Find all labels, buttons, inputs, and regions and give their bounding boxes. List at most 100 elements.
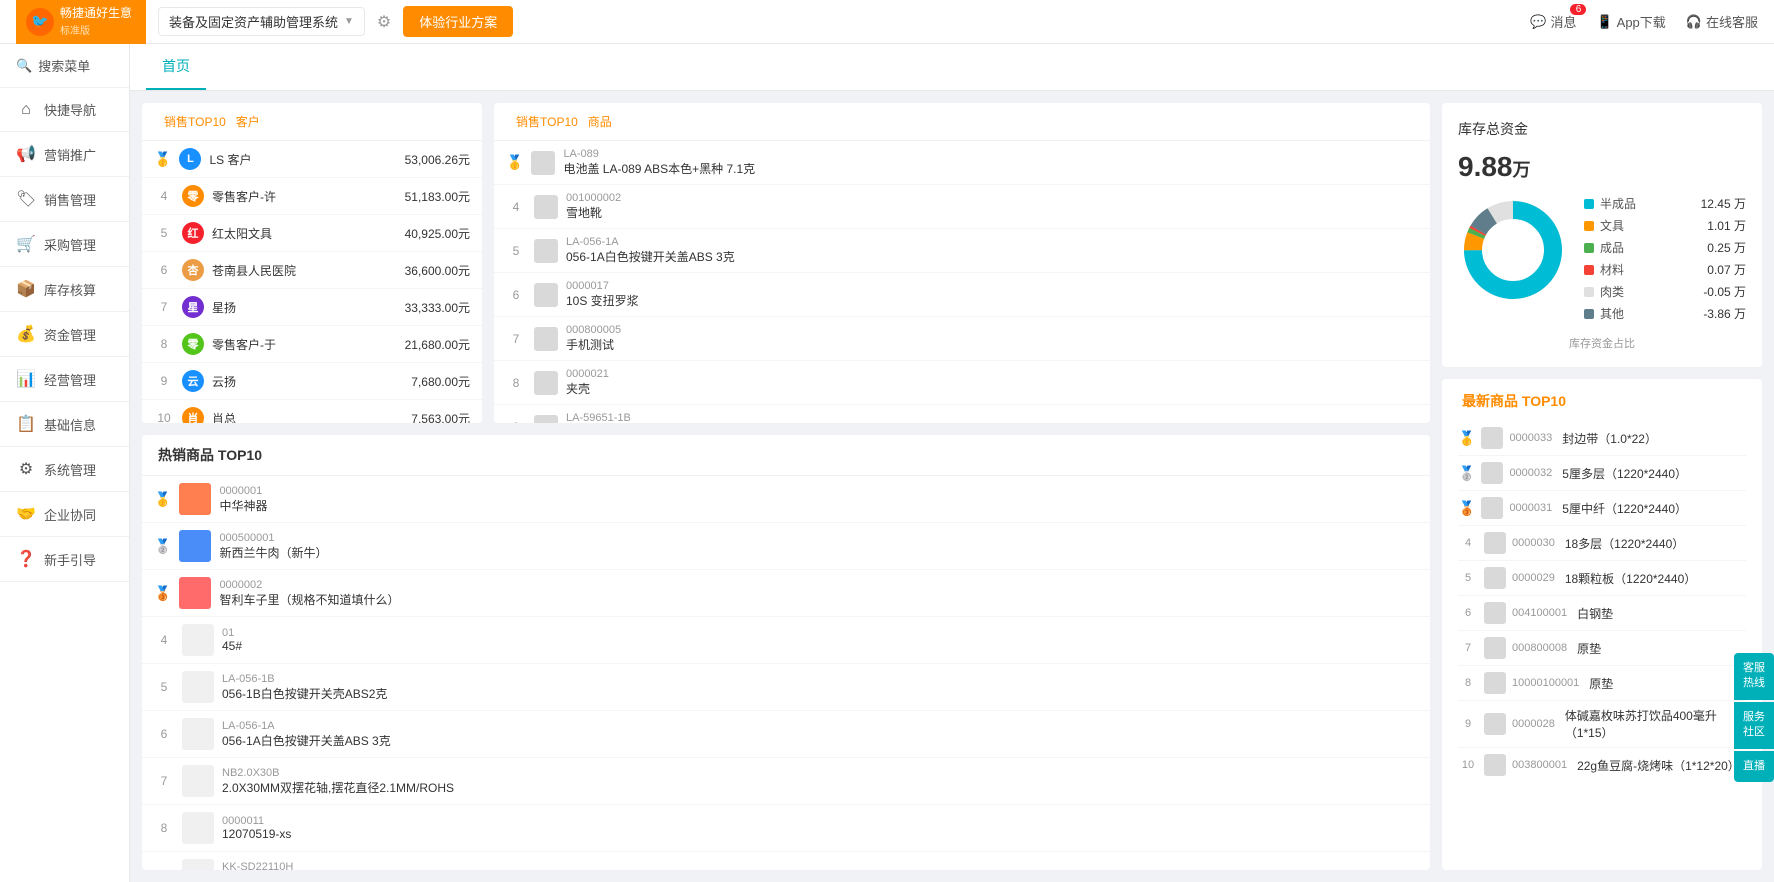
search-menu-item[interactable]: 🔍 搜索菜单 xyxy=(0,44,129,88)
inventory-amount-value: 9.88 xyxy=(1458,151,1513,182)
megaphone-icon: 📢 xyxy=(16,144,36,164)
sidebar-item-quick-nav[interactable]: ⌂ 快捷导航 xyxy=(0,88,129,132)
np-code-6: 004100001 xyxy=(1512,607,1567,619)
sidebar-item-basic-info[interactable]: 📋 基础信息 xyxy=(0,402,129,447)
sidebar-item-inventory[interactable]: 📦 库存核算 xyxy=(0,267,129,312)
product-sales-panel-header: 销售TOP10 商品 xyxy=(494,103,1430,141)
legend-label-2: 文具 xyxy=(1600,217,1701,234)
list-item: 6 0000017 10S 变扭罗浆 xyxy=(494,273,1430,317)
product-name-6: 夹壳 xyxy=(566,380,1418,397)
product-info-1: LA-089 电池盖 LA-089 ABS本色+黑种 7.1克 xyxy=(563,148,1418,177)
sidebar-label-inventory: 库存核算 xyxy=(44,280,96,299)
list-item: 9 KK-SD22110H 花语萌值温分糖罐袋（厚款） xyxy=(142,852,1430,870)
hot-product-code-7: NB2.0X30B xyxy=(222,767,1418,779)
product-info-3: LA-056-1A 056-1A白色按键开关盖ABS 3克 xyxy=(566,236,1418,265)
gear-icon[interactable]: ⚙ xyxy=(377,12,391,32)
np-rank-10: 10 xyxy=(1458,759,1478,771)
hot-product-name-3: 智利车子里（规格不知道填什么） xyxy=(219,591,1418,608)
list-item: 5 红 红太阳文具 40,925.00元 xyxy=(142,215,482,252)
float-btn-service[interactable]: 客服 热线 xyxy=(1734,653,1774,700)
np-code-4: 0000030 xyxy=(1512,537,1555,549)
hot-product-info-9: KK-SD22110H 花语萌值温分糖罐袋（厚款） xyxy=(222,861,1418,871)
prod-rank-8: 8 xyxy=(506,376,526,390)
legend-item-5: 肉类 -0.05 万 xyxy=(1584,283,1746,300)
sidebar-item-sales[interactable]: 🏷 销售管理 xyxy=(0,177,129,222)
np-img-6 xyxy=(1484,602,1506,624)
np-rank-4: 4 xyxy=(1458,537,1478,549)
product-img-2 xyxy=(534,195,558,219)
np-rank-9: 9 xyxy=(1458,718,1478,730)
hot-product-img-2 xyxy=(179,530,211,562)
hot-product-img-8 xyxy=(182,812,214,844)
cart-icon: 🛒 xyxy=(16,234,36,254)
sidebar-item-marketing[interactable]: 📢 营销推广 xyxy=(0,132,129,177)
rank-num-2: 4 xyxy=(154,189,174,203)
list-item: 8 0000021 夹壳 xyxy=(494,361,1430,405)
np-rank-7: 7 xyxy=(1458,642,1478,654)
rank-num-3: 5 xyxy=(154,226,174,240)
sidebar-item-finance[interactable]: 💰 资金管理 xyxy=(0,312,129,357)
customer-name-3: 红太阳文具 xyxy=(212,225,397,242)
product-code-3: LA-056-1A xyxy=(566,236,1418,248)
page-content: 销售TOP10 客户 🥇 L LS 客户 53,006.26元 xyxy=(130,91,1774,882)
legend-item-2: 文具 1.01 万 xyxy=(1584,217,1746,234)
hot-product-img-9 xyxy=(182,859,214,870)
np-list-item: 🥈 0000032 5厘多层（1220*2440） xyxy=(1458,456,1746,491)
inventory-amount-unit: 万 xyxy=(1513,160,1531,180)
message-badge: 6 xyxy=(1570,4,1586,15)
message-action[interactable]: 💬 消息 6 xyxy=(1530,12,1576,31)
sidebar-item-system[interactable]: ⚙ 系统管理 xyxy=(0,447,129,492)
online-service-action[interactable]: 🎧 在线客服 xyxy=(1686,12,1758,31)
new-products-title: 最新商品 TOP10 xyxy=(1458,391,1746,411)
inventory-title: 库存总资金 xyxy=(1458,119,1746,139)
float-btn-community[interactable]: 服务 社区 xyxy=(1734,702,1774,749)
float-btn-live[interactable]: 直播 xyxy=(1734,751,1774,782)
legend-label-3: 成品 xyxy=(1600,239,1701,256)
chart-icon: 📊 xyxy=(16,369,36,389)
legend-value-5: -0.05 万 xyxy=(1703,283,1746,300)
customer-avatar-7: 云 xyxy=(182,370,204,392)
sidebar-item-guide[interactable]: ❓ 新手引导 xyxy=(0,537,129,582)
sidebar-item-operations[interactable]: 📊 经营管理 xyxy=(0,357,129,402)
legend-dot-4 xyxy=(1584,265,1594,275)
legend-value-6: -3.86 万 xyxy=(1703,305,1746,322)
product-img-5 xyxy=(534,327,558,351)
customer-value-6: 21,680.00元 xyxy=(405,336,470,353)
legend-value-4: 0.07 万 xyxy=(1707,261,1746,278)
legend-value-3: 0.25 万 xyxy=(1707,239,1746,256)
sidebar-label-system: 系统管理 xyxy=(44,460,96,479)
np-rank3-medal: 🥉 xyxy=(1458,500,1475,517)
product-code-6: 0000021 xyxy=(566,368,1418,380)
sidebar: 🔍 搜索菜单 ⌂ 快捷导航 📢 营销推广 🏷 销售管理 🛒 采购管理 📦 库存核… xyxy=(0,44,130,882)
np-img-9 xyxy=(1484,713,1506,735)
tab-home[interactable]: 首页 xyxy=(146,44,206,90)
home-icon: ⌂ xyxy=(16,101,36,119)
product-img-1 xyxy=(531,151,555,175)
app-download-action[interactable]: 📱 App下载 xyxy=(1596,12,1665,31)
sidebar-item-purchase[interactable]: 🛒 采购管理 xyxy=(0,222,129,267)
trial-button[interactable]: 体验行业方案 xyxy=(403,6,513,37)
legend-value-1: 12.45 万 xyxy=(1701,195,1746,212)
system-selector[interactable]: 装备及固定资产辅助管理系统 ▼ xyxy=(158,7,365,36)
np-img-7 xyxy=(1484,637,1506,659)
rank1-medal-icon: 🥇 xyxy=(154,151,171,168)
legend-label-6: 其他 xyxy=(1600,305,1697,322)
hot-product-info-6: LA-056-1A 056-1A白色按键开关盖ABS 3克 xyxy=(222,720,1418,749)
customer-avatar-4: 杏 xyxy=(182,259,204,281)
np-rank-5: 5 xyxy=(1458,572,1478,584)
hot-product-code-8: 0000011 xyxy=(222,815,1418,827)
legend-dot-1 xyxy=(1584,199,1594,209)
logo-area: 🐦 畅捷通好生意 标准版 xyxy=(16,0,146,44)
sidebar-label-finance: 资金管理 xyxy=(44,325,96,344)
np-img-5 xyxy=(1484,567,1506,589)
hot-product-name-5: 056-1B白色按键开关壳ABS2克 xyxy=(222,685,1418,702)
question-icon: ❓ xyxy=(16,549,36,569)
product-img-6 xyxy=(534,371,558,395)
customer-name-6: 零售客户-于 xyxy=(212,336,397,353)
right-panel: 库存总资金 9.88万 xyxy=(1442,103,1762,870)
np-code-7: 000800008 xyxy=(1512,642,1567,654)
sidebar-item-cooperation[interactable]: 🤝 企业协同 xyxy=(0,492,129,537)
customer-avatar-2: 零 xyxy=(182,185,204,207)
header-right: 💬 消息 6 📱 App下载 🎧 在线客服 xyxy=(1530,12,1758,31)
np-name-6: 白钢垫 xyxy=(1577,605,1746,622)
